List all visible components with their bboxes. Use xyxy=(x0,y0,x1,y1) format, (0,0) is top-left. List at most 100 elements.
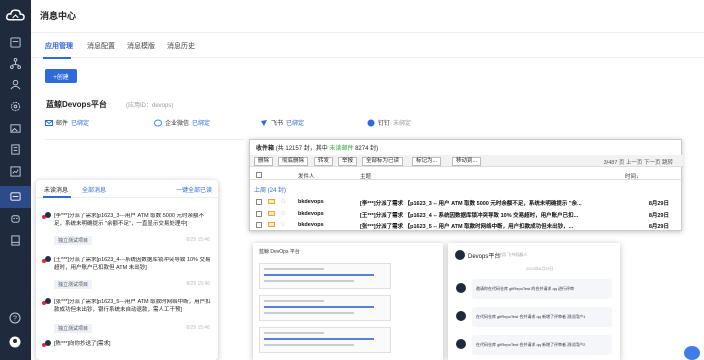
mail-icon xyxy=(45,119,53,126)
delete-button[interactable]: 删除 xyxy=(254,157,274,166)
image-icon[interactable] xyxy=(9,122,22,135)
tab-message-history[interactable]: 消息历史 xyxy=(167,41,195,51)
project-tag: 独立测试项目 xyxy=(54,324,93,333)
tab-message-template[interactable]: 消息模版 xyxy=(127,41,155,51)
tab-all-messages[interactable]: 全部消息 xyxy=(82,185,106,194)
inbox-column-header: 发件人 主题 时间↓ xyxy=(250,171,683,180)
chat-title: Devops平台 xyxy=(468,254,501,260)
email-row[interactable]: ☆ bkdevops [张***]分派了需求 【p1623_5 -- 用户 AT… xyxy=(250,220,683,231)
wecom-message-preview: 蓝鲸 DevOps 平台 xyxy=(253,243,443,360)
book-icon[interactable] xyxy=(9,234,22,247)
star-icon[interactable]: ☆ xyxy=(280,197,286,205)
email-sender: bkdevops xyxy=(298,222,324,228)
channel-name: 飞书 xyxy=(271,121,284,127)
permanent-delete-button[interactable]: 彻底删除 xyxy=(278,157,309,166)
notification-item[interactable]: [陈***]向你抄送了[需求] xyxy=(42,340,214,355)
channel-status: 已绑定 xyxy=(286,121,305,127)
email-sender: bkdevops xyxy=(298,199,324,205)
app-logo-icon[interactable] xyxy=(6,8,25,23)
channel-wecom[interactable]: 企业微信 已绑定 xyxy=(154,118,210,127)
envelope-icon xyxy=(268,222,275,227)
notification-item[interactable]: [张***]分派了需求[p1623_5---用户 ATM 取款时网络中断，用户扣… xyxy=(42,298,214,335)
envelope-icon xyxy=(268,199,275,204)
inbox-total: (共 12157 封，其中 xyxy=(275,146,328,152)
mark-as-dropdown[interactable]: 标记为... xyxy=(412,157,442,166)
email-row[interactable]: ☆ bkdevops [王***]分派了需求 【p1623_4 -- 系统因数据… xyxy=(250,209,683,220)
notification-item[interactable]: [王***]分派了需求[p1623_4---系统因数据库锁冲突导致 10% 交易… xyxy=(42,256,214,291)
row-checkbox[interactable] xyxy=(256,199,262,205)
structure-icon[interactable] xyxy=(9,57,22,70)
select-all-checkbox[interactable] xyxy=(256,172,262,178)
divider xyxy=(45,139,245,140)
chart-icon[interactable] xyxy=(9,165,22,178)
channel-name: 企业微信 xyxy=(165,121,190,127)
channel-feishu[interactable]: 飞书 已绑定 xyxy=(260,118,304,127)
settings-icon[interactable] xyxy=(9,100,22,113)
robot-icon[interactable] xyxy=(9,212,22,225)
report-button[interactable]: 举报 xyxy=(338,157,358,166)
email-date: 8月29日 xyxy=(648,213,669,219)
notification-text: [陈***]向你抄送了[需求] xyxy=(54,341,111,347)
notification-text: [张***]分派了需求[p1623_5---用户 ATM 取款时网络中断，用户扣… xyxy=(54,299,211,313)
tab-active-indicator xyxy=(43,196,71,198)
star-icon[interactable]: ☆ xyxy=(280,209,286,217)
wecom-message-card xyxy=(259,327,391,353)
user-avatar-icon[interactable] xyxy=(9,336,22,349)
page-title: 消息中心 xyxy=(40,11,77,21)
chat-message: 邀请你在代码仓库 gitRepoTest 的合并请求 qq 进行评审 xyxy=(472,279,612,299)
inbox-unread-label: 未读邮件 xyxy=(329,146,354,152)
inbox-pager[interactable]: 3/487 页 上一页 下一页 跳转 xyxy=(604,158,673,166)
dingtalk-icon xyxy=(367,119,375,126)
assistant-bot-icon[interactable] xyxy=(684,346,700,360)
tab-message-config[interactable]: 消息配置 xyxy=(87,41,115,51)
bot-avatar xyxy=(456,283,466,293)
user-icon[interactable] xyxy=(9,78,22,91)
project-tag: 独立测试项目 xyxy=(54,236,93,245)
notification-time: 8/29 15:46 xyxy=(186,237,210,243)
mark-all-read-link[interactable]: 一键全部已读 xyxy=(176,185,212,194)
email-subject: [李***]分派了需求 【p1623_3 -- 用户 ATM 取数 5000 元… xyxy=(360,201,582,207)
email-row[interactable]: ☆ bkdevops [李***]分派了需求 【p1623_3 -- 用户 AT… xyxy=(250,197,683,208)
help-icon[interactable]: ? xyxy=(9,312,22,325)
channel-dingtalk[interactable]: 钉钉 未绑定 xyxy=(367,118,411,127)
move-to-dropdown[interactable]: 移动到... xyxy=(452,157,482,166)
chat-message: 在代码仓库 gitRepoTest 合并请求 qq 新增了评审者 测试用户2 xyxy=(472,335,612,355)
document-icon[interactable] xyxy=(9,143,22,156)
chat-message: 在代码仓库 gitRepoTest 合并请求 qq 新增了评审者 测试用户1 xyxy=(472,307,612,327)
column-time[interactable]: 时间↓ xyxy=(625,172,639,180)
tab-active-indicator xyxy=(43,57,71,59)
email-date: 8月29日 xyxy=(648,224,669,230)
column-subject[interactable]: 主题 xyxy=(360,172,371,180)
inbox-group-label[interactable]: 上周 (24 封) xyxy=(254,185,286,194)
notification-item[interactable]: [李***]分派了需求[p1623_3---用户 ATM 取数 5000 元时余… xyxy=(42,212,214,247)
message-center-icon[interactable] xyxy=(9,190,22,203)
dashboard-icon[interactable] xyxy=(9,36,22,49)
email-date: 8月29日 xyxy=(648,201,669,207)
sidebar: ? xyxy=(0,0,31,360)
notification-text: [李***]分派了需求[p1623_3---用户 ATM 取数 5000 元时余… xyxy=(54,213,204,227)
chat-message-preview: Devops平台 应用 飞书机器人 2024年8月29日 邀请你在代码仓库 gi… xyxy=(448,243,620,360)
email-subject: [王***]分派了需求 【p1623_4 -- 系统因数据库锁冲突导致 10% … xyxy=(360,213,579,219)
channel-name: 钉钉 xyxy=(378,121,391,127)
email-sender: bkdevops xyxy=(298,211,324,217)
channel-status: 未绑定 xyxy=(393,121,412,127)
notification-time: 8/29 15:46 xyxy=(186,325,210,331)
star-icon[interactable]: ☆ xyxy=(280,220,286,228)
tab-app-management[interactable]: 应用管理 xyxy=(45,41,73,51)
forward-button[interactable]: 转发 xyxy=(314,157,334,166)
email-inbox-preview: 收件箱 (共 12157 封，其中 未读邮件 8274 封) 删除 彻底删除 转… xyxy=(249,139,683,231)
wecom-title: 蓝鲸 DevOps 平台 xyxy=(259,249,300,255)
bot-avatar-icon xyxy=(455,250,465,260)
mark-all-read-button[interactable]: 全部标为已读 xyxy=(362,157,404,166)
notification-text: [王***]分派了需求[p1623_4---系统因数据库锁冲突导致 10% 交易… xyxy=(54,257,211,271)
channel-status: 已绑定 xyxy=(71,121,90,127)
envelope-icon xyxy=(268,211,275,216)
tab-unread-messages[interactable]: 未读消息 xyxy=(44,185,68,194)
row-checkbox[interactable] xyxy=(256,211,262,217)
channel-mail[interactable]: 邮件 已绑定 xyxy=(45,118,89,127)
sender-avatar xyxy=(45,298,51,304)
row-checkbox[interactable] xyxy=(256,222,262,228)
inbox-header: 收件箱 (共 12157 封，其中 未读邮件 8274 封) xyxy=(256,143,378,152)
create-button[interactable]: +创建 xyxy=(45,69,77,83)
column-sender[interactable]: 发件人 xyxy=(298,172,315,180)
